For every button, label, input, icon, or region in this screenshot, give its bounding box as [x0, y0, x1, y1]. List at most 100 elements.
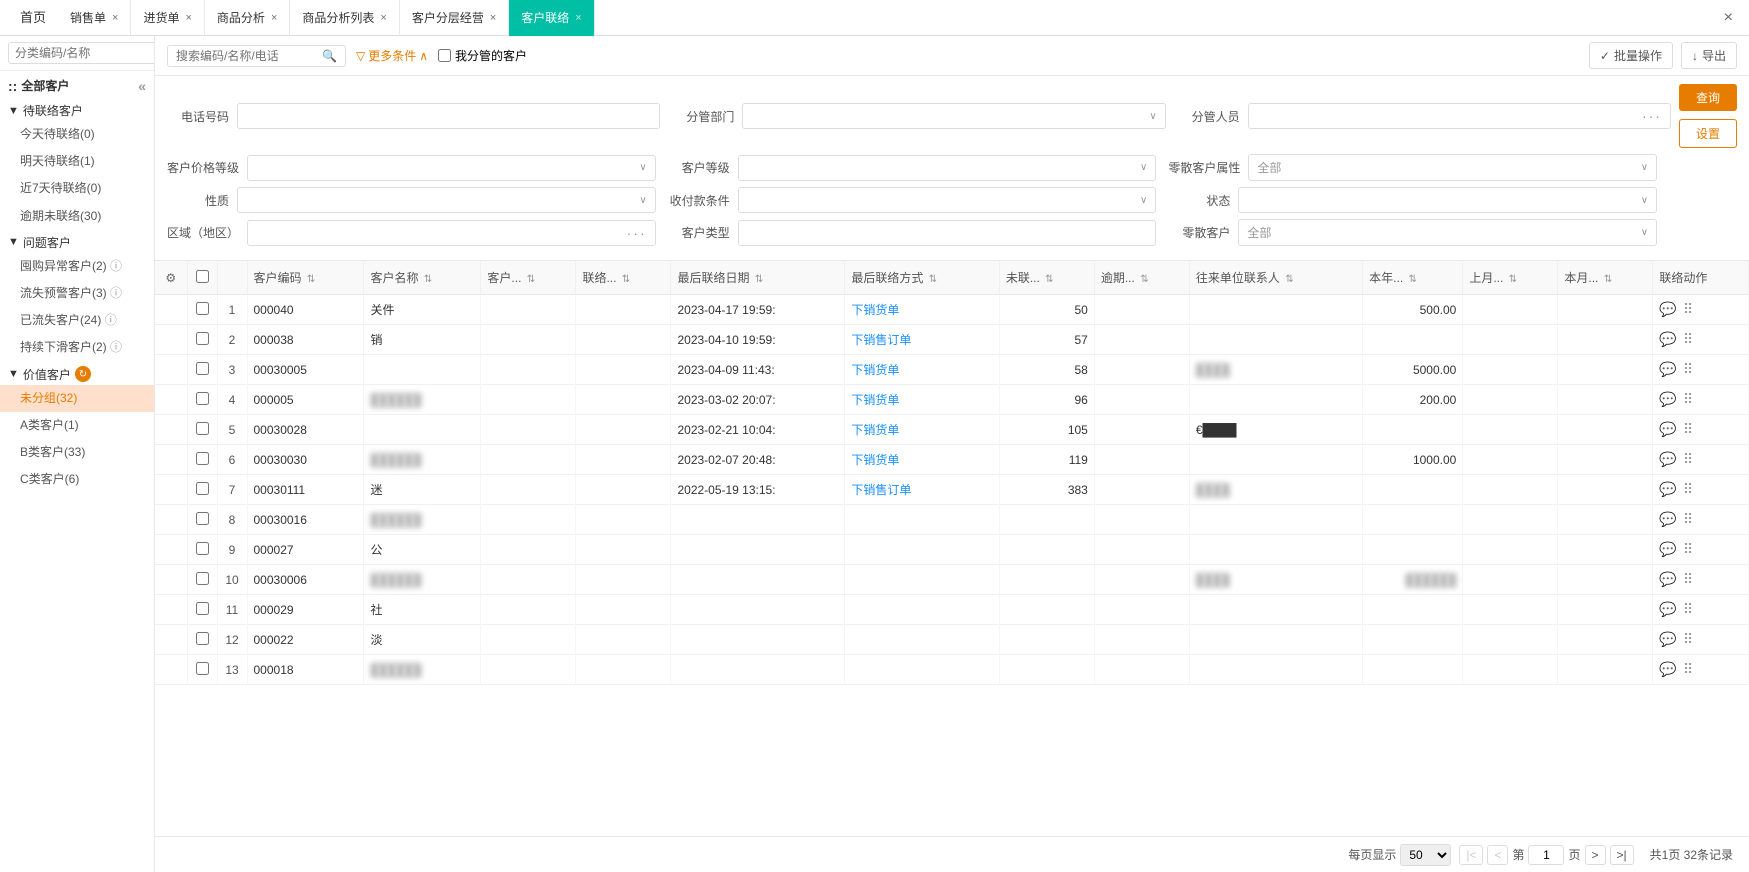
row-checkbox[interactable]: [187, 535, 217, 565]
grid-action-icon[interactable]: ⠿: [1683, 331, 1693, 348]
export-button[interactable]: ↓ 导出: [1681, 42, 1737, 69]
col-this-month-header[interactable]: 本月... ⇅: [1558, 261, 1653, 295]
chat-icon[interactable]: 💬: [1659, 661, 1676, 678]
chat-icon[interactable]: 💬: [1659, 301, 1676, 318]
sidebar-item-7days[interactable]: 近7天待联络(0): [0, 175, 154, 202]
row-checkbox[interactable]: [187, 415, 217, 445]
refresh-badge[interactable]: ↻: [75, 366, 91, 382]
page-size-select[interactable]: 50 20 100: [1400, 844, 1451, 866]
row-checkbox[interactable]: [187, 595, 217, 625]
chat-icon[interactable]: 💬: [1659, 631, 1676, 648]
manager-select[interactable]: ···: [1248, 103, 1671, 129]
col-last-month-header[interactable]: 上月... ⇅: [1463, 261, 1558, 295]
row-last-method[interactable]: 下销货单: [845, 295, 1000, 325]
sidebar-item-churn-warning[interactable]: 流失预警客户(3) ⓘ: [0, 280, 154, 307]
row-checkbox[interactable]: [187, 325, 217, 355]
status-select[interactable]: ∨: [1238, 187, 1657, 213]
nav-tab-3[interactable]: 商品分析列表 ×: [290, 0, 399, 36]
sidebar-item-declining[interactable]: 持续下滑客户(2) ⓘ: [0, 334, 154, 361]
col-contact-header[interactable]: 联络... ⇅: [576, 261, 671, 295]
nav-tab-1[interactable]: 进货单 ×: [131, 0, 204, 36]
nav-tab-4[interactable]: 客户分层经营 ×: [400, 0, 509, 36]
nav-tab-1-close[interactable]: ×: [185, 12, 191, 24]
grid-action-icon[interactable]: ⠿: [1683, 391, 1693, 408]
grid-action-icon[interactable]: ⠿: [1683, 541, 1693, 558]
col-last-date-header[interactable]: 最后联络日期 ⇅: [671, 261, 845, 295]
more-conditions-btn[interactable]: ▽ 更多条件 ∧: [356, 47, 428, 64]
grid-action-icon[interactable]: ⠿: [1683, 511, 1693, 528]
query-button[interactable]: 查询: [1679, 84, 1737, 111]
row-last-method[interactable]: [845, 595, 1000, 625]
row-last-method[interactable]: [845, 535, 1000, 565]
col-name-header[interactable]: 客户名称 ⇅: [364, 261, 481, 295]
grid-action-icon[interactable]: ⠿: [1683, 301, 1693, 318]
grid-action-icon[interactable]: ⠿: [1683, 571, 1693, 588]
filter-search-icon[interactable]: 🔍: [322, 49, 337, 63]
grid-action-icon[interactable]: ⠿: [1683, 601, 1693, 618]
sidebar-item-churned[interactable]: 已流失客户(24) ⓘ: [0, 307, 154, 334]
row-checkbox[interactable]: [187, 385, 217, 415]
chat-icon[interactable]: 💬: [1659, 481, 1676, 498]
nav-tab-5-close[interactable]: ×: [575, 12, 581, 24]
select-all-checkbox[interactable]: [196, 270, 209, 283]
prev-page-btn[interactable]: <: [1487, 845, 1508, 865]
chat-icon[interactable]: 💬: [1659, 451, 1676, 468]
row-checkbox[interactable]: [187, 475, 217, 505]
first-page-btn[interactable]: |<: [1459, 845, 1483, 865]
filter-search-input[interactable]: [176, 49, 316, 63]
col-type-header[interactable]: 客户... ⇅: [481, 261, 576, 295]
chat-icon[interactable]: 💬: [1659, 601, 1676, 618]
col-settings[interactable]: ⚙: [155, 261, 187, 295]
retail-select[interactable]: 全部 ∨: [1238, 219, 1657, 246]
nav-tab-2[interactable]: 商品分析 ×: [205, 0, 290, 36]
grid-action-icon[interactable]: ⠿: [1683, 451, 1693, 468]
row-last-method[interactable]: [845, 655, 1000, 685]
grid-action-icon[interactable]: ⠿: [1683, 421, 1693, 438]
payment-select[interactable]: ∨: [738, 187, 1157, 213]
nav-tab-3-close[interactable]: ×: [380, 12, 386, 24]
grid-action-icon[interactable]: ⠿: [1683, 661, 1693, 678]
row-last-method[interactable]: 下销售订单: [845, 325, 1000, 355]
sidebar-item-today[interactable]: 今天待联络(0): [0, 121, 154, 148]
grid-action-icon[interactable]: ⠿: [1683, 631, 1693, 648]
sidebar-item-hoard-abnormal[interactable]: 囤购异常客户(2) ⓘ: [0, 253, 154, 280]
nav-tab-5[interactable]: 客户联络 ×: [509, 0, 594, 36]
sidebar-item-b-class[interactable]: B类客户(33): [0, 439, 154, 466]
all-customers-header[interactable]: :: 全部客户 «: [0, 71, 154, 98]
row-last-method[interactable]: [845, 505, 1000, 535]
grid-action-icon[interactable]: ⠿: [1683, 481, 1693, 498]
col-this-year-header[interactable]: 本年... ⇅: [1363, 261, 1463, 295]
value-group-label[interactable]: ▼ 价值客户 ↻: [0, 362, 154, 385]
col-last-method-header[interactable]: 最后联络方式 ⇅: [845, 261, 1000, 295]
retail-attr-select[interactable]: 全部 ∨: [1248, 154, 1657, 181]
grid-action-icon[interactable]: ⠿: [1683, 361, 1693, 378]
last-page-btn[interactable]: >|: [1610, 845, 1634, 865]
col-code-header[interactable]: 客户编码 ⇅: [247, 261, 364, 295]
row-last-method[interactable]: [845, 565, 1000, 595]
col-contact-person-header[interactable]: 往来单位联系人 ⇅: [1189, 261, 1362, 295]
nav-tab-0[interactable]: 销售单 ×: [58, 0, 131, 36]
my-customers-check[interactable]: [438, 49, 451, 62]
row-checkbox[interactable]: [187, 565, 217, 595]
customer-type-input[interactable]: [738, 220, 1157, 246]
chat-icon[interactable]: 💬: [1659, 391, 1676, 408]
chat-icon[interactable]: 💬: [1659, 361, 1676, 378]
row-checkbox[interactable]: [187, 625, 217, 655]
price-level-select[interactable]: ∨: [247, 155, 656, 181]
sidebar-search-input[interactable]: [8, 42, 155, 64]
chat-icon[interactable]: 💬: [1659, 571, 1676, 588]
row-checkbox[interactable]: [187, 355, 217, 385]
row-checkbox[interactable]: [187, 505, 217, 535]
row-last-method[interactable]: 下销货单: [845, 355, 1000, 385]
row-last-method[interactable]: 下销售订单: [845, 475, 1000, 505]
customer-level-select[interactable]: ∨: [738, 155, 1157, 181]
chat-icon[interactable]: 💬: [1659, 331, 1676, 348]
nav-tab-0-close[interactable]: ×: [112, 12, 118, 24]
nav-tab-2-close[interactable]: ×: [271, 12, 277, 24]
pending-group-label[interactable]: ▼ 待联络客户: [0, 98, 154, 121]
sidebar-item-c-class[interactable]: C类客户(6): [0, 466, 154, 493]
collapse-icon[interactable]: «: [138, 78, 146, 94]
next-page-btn[interactable]: >: [1585, 845, 1606, 865]
row-last-method[interactable]: 下销货单: [845, 445, 1000, 475]
nav-tab-4-close[interactable]: ×: [490, 12, 496, 24]
